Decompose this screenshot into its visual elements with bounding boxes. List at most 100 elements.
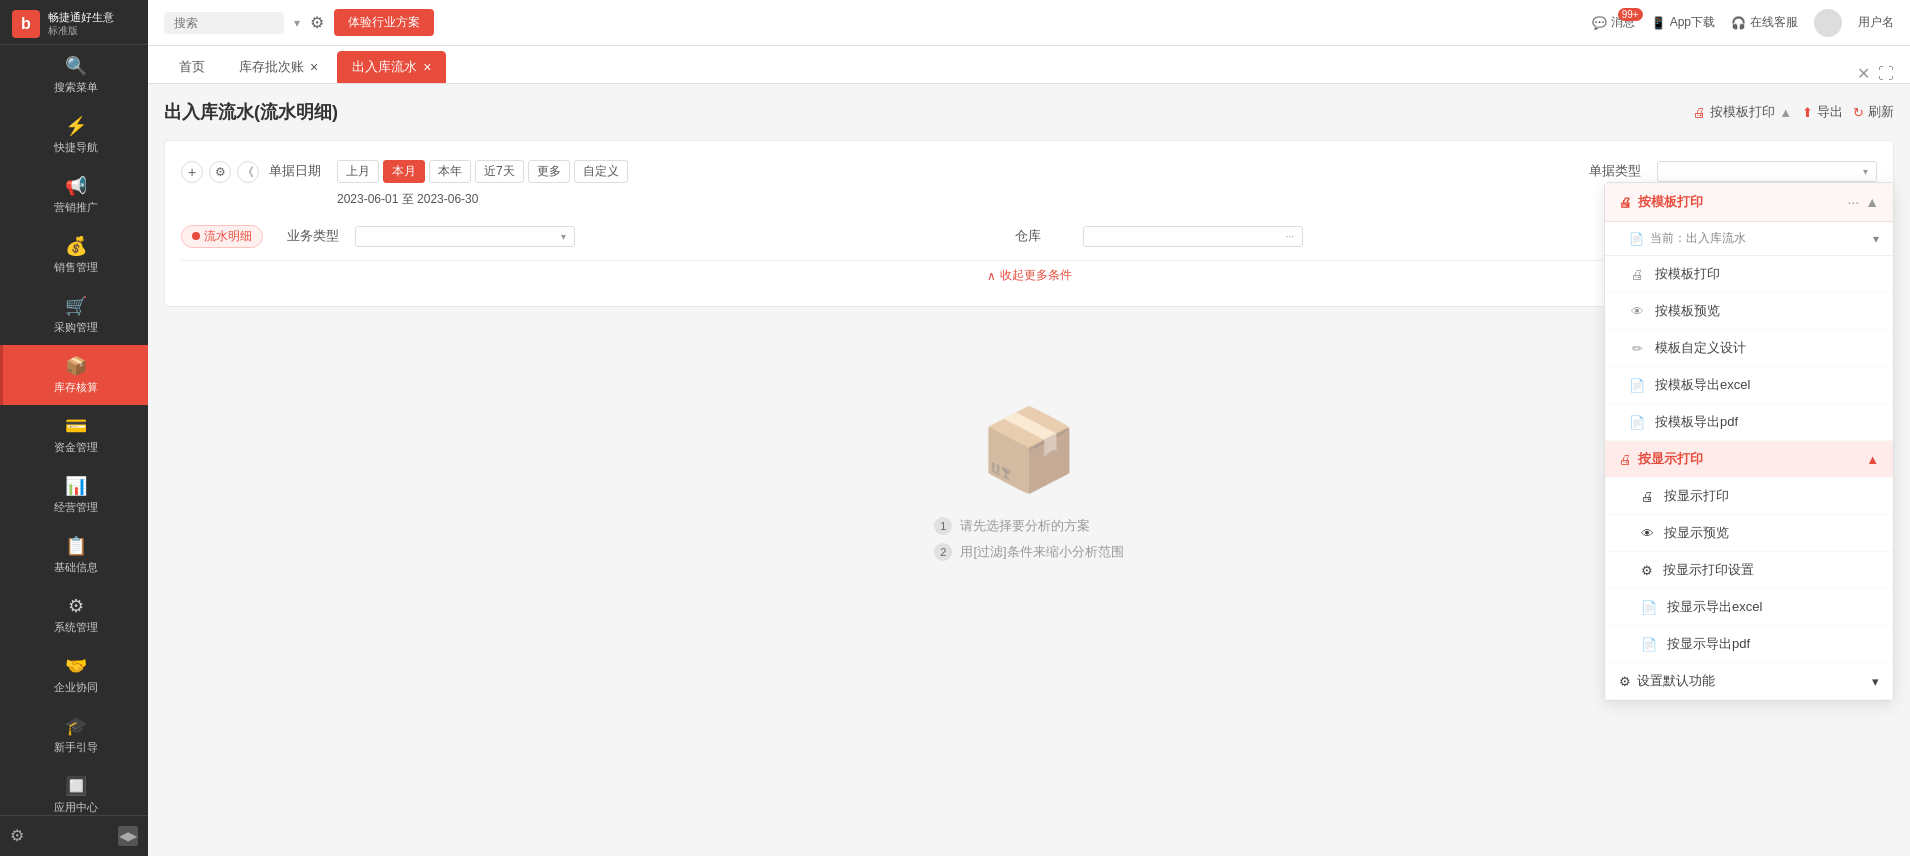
dp-template-print[interactable]: 🖨 按模板打印 (1605, 256, 1893, 293)
dp-default-arrow[interactable]: ▾ (1872, 674, 1879, 689)
filter-collapse-btn[interactable]: 《 (237, 161, 259, 183)
logo-icon: b (12, 10, 40, 38)
dp-display-section-arrow[interactable]: ▲ (1866, 452, 1879, 467)
dp-display-print-settings[interactable]: ⚙ 按显示打印设置 (1605, 552, 1893, 589)
app-download-label: App下载 (1670, 14, 1715, 31)
dp-template-export-excel[interactable]: 📄 按模板导出excel (1605, 367, 1893, 404)
tab-close-stock-flow[interactable]: × (423, 59, 431, 75)
date-btn-7days[interactable]: 近7天 (475, 160, 524, 183)
dp-display-export-pdf[interactable]: 📄 按显示导出pdf (1605, 626, 1893, 663)
dp-up-icon[interactable]: ▲ (1865, 194, 1879, 210)
date-btn-more[interactable]: 更多 (528, 160, 570, 183)
sidebar-footer: ⚙ ◀▶ (0, 815, 148, 856)
tabbar: 首页 库存批次账 × 出入库流水 × ✕ ⛶ (148, 46, 1910, 84)
warehouse-more-icon[interactable]: ··· (1286, 231, 1294, 242)
user-name[interactable]: 用户名 (1858, 14, 1894, 31)
sidebar-item-新手引导[interactable]: 🎓新手引导 (0, 705, 148, 765)
sidebar-item-营销推广[interactable]: 📢营销推广 (0, 165, 148, 225)
tab-stock-flow[interactable]: 出入库流水 × (337, 51, 446, 83)
filter-add-btn[interactable]: + (181, 161, 203, 183)
message-icon: 💬 (1592, 16, 1607, 30)
brand-version: 标准版 (48, 24, 114, 38)
filter-tag-flow[interactable]: 流水明细 (181, 225, 263, 248)
sidebar-logo: b 畅捷通好生意 标准版 (0, 0, 148, 45)
page-content: 出入库流水(流水明细) 🖨 按模板打印 ▲ ⬆ 导出 ↻ 刷新 (148, 84, 1910, 856)
step-num-2: 2 (934, 543, 952, 561)
export-icon: ⬆ (1802, 105, 1813, 120)
sidebar-item-销售管理[interactable]: 💰销售管理 (0, 225, 148, 285)
print-template-btn[interactable]: 🖨 按模板打印 ▲ (1693, 103, 1792, 121)
tag-dot-icon (192, 232, 200, 240)
topbar: ▾ ⚙ 体验行业方案 💬 消息 99+ 📱 App下载 🎧 在线客服 (148, 0, 1910, 46)
search-input[interactable] (164, 12, 284, 34)
dp-template-preview[interactable]: 👁 按模板预览 (1605, 293, 1893, 330)
tab-inventory-batch[interactable]: 库存批次账 × (224, 51, 333, 83)
app-download-btn[interactable]: 📱 App下载 (1651, 14, 1715, 31)
topbar-gear-icon[interactable]: ⚙ (310, 13, 324, 32)
voucher-type-select[interactable]: ▾ (1657, 161, 1877, 182)
date-btn-custom[interactable]: 自定义 (574, 160, 628, 183)
sidebar-collapse-btn[interactable]: ◀▶ (118, 826, 138, 846)
sidebar-item-应用中心[interactable]: 🔲应用中心 (0, 765, 148, 815)
dp-display-export-excel[interactable]: 📄 按显示导出excel (1605, 589, 1893, 626)
sidebar-item-搜索菜单[interactable]: 🔍搜索菜单 (0, 45, 148, 105)
export-btn[interactable]: ⬆ 导出 (1802, 103, 1843, 121)
sidebar-item-经营管理[interactable]: 📊经营管理 (0, 465, 148, 525)
user-avatar[interactable] (1814, 9, 1842, 37)
dp-expand-icon[interactable]: ··· (1847, 194, 1859, 210)
date-range-display: 2023-06-01 至 2023-06-30 (337, 191, 478, 208)
date-btn-last-month[interactable]: 上月 (337, 160, 379, 183)
logo-text-block: 畅捷通好生意 标准版 (48, 10, 114, 38)
sidebar-item-企业协同[interactable]: 🤝企业协同 (0, 645, 148, 705)
dp-display-print[interactable]: 🖨 按显示打印 (1605, 478, 1893, 515)
dp-template-design[interactable]: ✏ 模板自定义设计 (1605, 330, 1893, 367)
tab-home[interactable]: 首页 (164, 51, 220, 83)
tab-window-buttons: ✕ ⛶ (1857, 64, 1894, 83)
filter-set-btn[interactable]: ⚙ (209, 161, 231, 183)
dp-default-section[interactable]: ⚙ 设置默认功能 ▾ (1605, 663, 1893, 700)
dp-display-section[interactable]: 🖨 按显示打印 ▲ (1605, 441, 1893, 478)
refresh-icon: ↻ (1853, 105, 1864, 120)
sidebar-item-采购管理[interactable]: 🛒采购管理 (0, 285, 148, 345)
tab-close-inventory-batch[interactable]: × (310, 59, 318, 75)
dp-print-icon: 🖨 (1629, 266, 1645, 282)
empty-step-2: 2 用[过滤]条件来缩小分析范围 (934, 543, 1123, 561)
trial-btn[interactable]: 体验行业方案 (334, 9, 434, 36)
online-service-btn[interactable]: 🎧 在线客服 (1731, 14, 1798, 31)
sidebar-item-库存核算[interactable]: 📦库存核算 (0, 345, 148, 405)
message-btn[interactable]: 💬 消息 99+ (1592, 14, 1635, 31)
current-dropdown-arrow[interactable]: ▾ (1873, 232, 1879, 246)
online-service-label: 在线客服 (1750, 14, 1798, 31)
main-content: ▾ ⚙ 体验行业方案 💬 消息 99+ 📱 App下载 🎧 在线客服 (148, 0, 1910, 856)
dp-pdf-icon: 📄 (1629, 414, 1645, 430)
empty-icon: 📦 (979, 403, 1079, 497)
page-title-bar: 出入库流水(流水明细) 🖨 按模板打印 ▲ ⬆ 导出 ↻ 刷新 (164, 100, 1894, 124)
refresh-btn[interactable]: ↻ 刷新 (1853, 103, 1894, 121)
filter-warehouse-label: 仓库 (1015, 222, 1075, 250)
dp-template-export-pdf[interactable]: 📄 按模板导出pdf (1605, 404, 1893, 441)
date-btn-this-year[interactable]: 本年 (429, 160, 471, 183)
date-buttons: 上月 本月 本年 近7天 更多 自定义 (337, 160, 628, 183)
sidebar-settings-icon[interactable]: ⚙ (10, 826, 24, 846)
dp-header: 🖨 按模板打印 ··· ▲ (1605, 183, 1893, 222)
sidebar-item-系统管理[interactable]: ⚙系统管理 (0, 585, 148, 645)
current-icon: 📄 (1629, 232, 1644, 246)
sidebar-item-快捷导航[interactable]: ⚡快捷导航 (0, 105, 148, 165)
dp-header-title: 🖨 按模板打印 (1619, 193, 1703, 211)
window-maximize-icon[interactable]: ⛶ (1878, 65, 1894, 83)
print-icon: 🖨 (1693, 105, 1706, 120)
dp-display-preview[interactable]: 👁 按显示预览 (1605, 515, 1893, 552)
filter-tag-label: 流水明细 (204, 228, 252, 245)
warehouse-select[interactable]: ··· (1083, 226, 1303, 247)
page-title-actions: 🖨 按模板打印 ▲ ⬆ 导出 ↻ 刷新 (1693, 103, 1894, 121)
app-download-icon: 📱 (1651, 16, 1666, 30)
biz-type-select[interactable]: ▾ (355, 226, 575, 247)
page-title: 出入库流水(流水明细) (164, 100, 338, 124)
search-dropdown-arrow[interactable]: ▾ (294, 16, 300, 30)
window-close-icon[interactable]: ✕ (1857, 64, 1870, 83)
sidebar-nav: 🔍搜索菜单⚡快捷导航📢营销推广💰销售管理🛒采购管理📦库存核算💳资金管理📊经营管理… (0, 45, 148, 815)
dp-design-icon: ✏ (1629, 340, 1645, 356)
sidebar-item-基础信息[interactable]: 📋基础信息 (0, 525, 148, 585)
sidebar-item-资金管理[interactable]: 💳资金管理 (0, 405, 148, 465)
date-btn-this-month[interactable]: 本月 (383, 160, 425, 183)
